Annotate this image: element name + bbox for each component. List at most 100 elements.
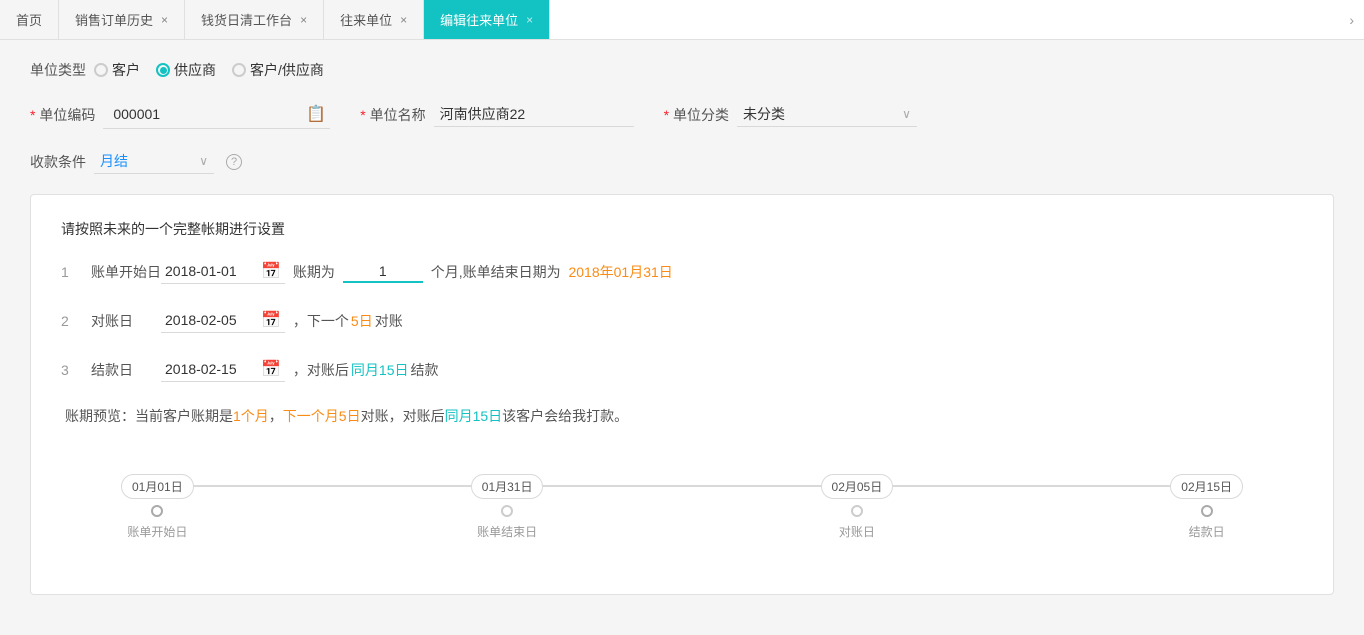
timeline-point-1: 01月31日 账单结束日 [471, 474, 544, 540]
unit-code-field: 单位编码 📋 [30, 100, 330, 129]
code-copy-icon[interactable]: 📋 [306, 104, 326, 124]
radio-both-label: 客户/供应商 [250, 60, 324, 80]
settings-card: 请按照未来的一个完整帐期进行设置 1 账单开始日 📅 账期为 个月,账单结束日期… [30, 194, 1334, 595]
radio-customer[interactable]: 客户 [94, 60, 140, 80]
unit-type-row: 单位类型 客户 供应商 客户/供应商 [30, 60, 1334, 80]
timeline-badge-0: 01月01日 [121, 474, 194, 499]
row-3-desc: ，对账后同月15日结款 [293, 360, 439, 380]
setting-row-1: 1 账单开始日 📅 账期为 个月,账单结束日期为 2018年01月31日 [61, 259, 1303, 284]
row-3-highlight: 同月15日 [351, 360, 409, 380]
tab-edit-counterparty-label: 编辑往来单位 [440, 10, 518, 29]
timeline-points: 01月01日 账单开始日 01月31日 账单结束日 02月05日 对账日 02月… [121, 474, 1243, 540]
row-1-desc: 账期为 个月,账单结束日期为 2018年01月31日 [293, 261, 673, 283]
row-2-desc-part1: ，下一个 [293, 311, 349, 331]
tab-cash-reconcile-label: 钱货日清工作台 [201, 10, 292, 29]
tab-cash-reconcile[interactable]: 钱货日清工作台 × [185, 0, 324, 39]
tab-sales-history-label: 销售订单历史 [75, 10, 153, 29]
tab-counterparty-close[interactable]: × [400, 13, 407, 27]
radio-supplier[interactable]: 供应商 [156, 60, 216, 80]
unit-name-input[interactable] [434, 102, 634, 127]
unit-category-value: 未分类 [743, 104, 896, 124]
row-3-num: 3 [61, 362, 91, 378]
tab-edit-counterparty-close[interactable]: × [526, 13, 533, 27]
row-1-date-wrap: 📅 [161, 259, 285, 284]
radio-both-circle [232, 63, 246, 77]
unit-category-field: 单位分类 未分类 ∨ [664, 102, 917, 127]
tab-edit-counterparty[interactable]: 编辑往来单位 × [424, 0, 550, 39]
tabs-bar: 首页 销售订单历史 × 钱货日清工作台 × 往来单位 × 编辑往来单位 × › [0, 0, 1364, 40]
unit-code-input[interactable] [107, 102, 300, 126]
radio-customer-label: 客户 [112, 60, 140, 80]
timeline-dot-0 [151, 505, 163, 517]
unit-code-label: 单位编码 [30, 105, 95, 125]
timeline-label-1: 账单结束日 [477, 523, 537, 540]
row-2-desc-part2: 对账 [375, 311, 403, 331]
radio-customer-circle [94, 63, 108, 77]
row-2-highlight: 5日 [351, 311, 373, 331]
row-2-date-wrap: 📅 [161, 308, 285, 333]
period-input[interactable] [343, 261, 423, 283]
timeline-badge-2: 02月05日 [821, 474, 894, 499]
unit-name-label: 单位名称 [360, 105, 425, 125]
payment-condition-row: 收款条件 月结 ∨ ? [30, 149, 1334, 174]
radio-supplier-label: 供应商 [174, 60, 216, 80]
row-1-desc-prefix: 账期为 [293, 262, 335, 282]
row-2-num: 2 [61, 313, 91, 329]
payment-condition-value: 月结 [100, 151, 193, 171]
tabs-arrow[interactable]: › [1339, 0, 1364, 39]
setting-row-2: 2 对账日 📅 ，下一个5日对账 [61, 308, 1303, 333]
row-1-cal-icon[interactable]: 📅 [261, 261, 281, 281]
section-title: 请按照未来的一个完整帐期进行设置 [61, 219, 1303, 239]
payment-dropdown-arrow-icon: ∨ [199, 154, 208, 168]
unit-type-label: 单位类型 [30, 60, 86, 80]
tab-sales-history-close[interactable]: × [161, 13, 168, 27]
radio-group: 客户 供应商 客户/供应商 [94, 60, 324, 80]
tab-home[interactable]: 首页 [0, 0, 59, 39]
tab-cash-reconcile-close[interactable]: × [300, 13, 307, 27]
preview-section: 账期预览：当前客户账期是1个月，下一个月5日对账，对账后同月15日该客户会给我打… [61, 406, 1303, 426]
row-3-cal-icon[interactable]: 📅 [261, 359, 281, 379]
timeline-label-2: 对账日 [839, 523, 875, 540]
row-1-date-input[interactable] [165, 263, 255, 279]
preview-sep2: 对账，对账后 [361, 408, 445, 424]
timeline-label-0: 账单开始日 [127, 523, 187, 540]
tab-counterparty[interactable]: 往来单位 × [324, 0, 424, 39]
payment-condition-label: 收款条件 [30, 152, 86, 172]
row-3-date-wrap: 📅 [161, 357, 285, 382]
row-3-date-input[interactable] [165, 361, 255, 377]
preview-part3: 同月15日 [445, 408, 503, 424]
timeline-point-0: 01月01日 账单开始日 [121, 474, 194, 540]
unit-name-field: 单位名称 [360, 102, 633, 127]
row-1-desc-suffix: 个月,账单结束日期为 [431, 262, 561, 282]
row-2-date-input[interactable] [165, 312, 255, 328]
payment-condition-field: 收款条件 月结 ∨ ? [30, 149, 242, 174]
tab-sales-history[interactable]: 销售订单历史 × [59, 0, 185, 39]
payment-condition-dropdown[interactable]: 月结 ∨ [94, 149, 214, 174]
radio-both[interactable]: 客户/供应商 [232, 60, 324, 80]
timeline-point-3: 02月15日 结款日 [1170, 474, 1243, 540]
category-dropdown-arrow-icon: ∨ [902, 107, 911, 121]
row-3-desc-part2: 结款 [411, 360, 439, 380]
row-2-type: 对账日 [91, 311, 161, 331]
timeline-dot-3 [1201, 505, 1213, 517]
chevron-right-icon: › [1349, 12, 1354, 28]
help-icon[interactable]: ? [226, 154, 242, 170]
timeline-badge-1: 01月31日 [471, 474, 544, 499]
timeline-container: 01月01日 账单开始日 01月31日 账单结束日 02月05日 对账日 02月… [61, 454, 1303, 570]
radio-supplier-circle [156, 63, 170, 77]
preview-part2: 下一个月5日 [283, 408, 361, 424]
row-2-desc: ，下一个5日对账 [293, 311, 403, 331]
unit-type-field: 单位类型 客户 供应商 客户/供应商 [30, 60, 324, 80]
row-3-desc-part1: ，对账后 [293, 360, 349, 380]
preview-part1: 1个月 [233, 408, 269, 424]
timeline-point-2: 02月05日 对账日 [821, 474, 894, 540]
tab-home-label: 首页 [16, 10, 42, 29]
unit-category-dropdown[interactable]: 未分类 ∨ [737, 102, 917, 127]
row-2-cal-icon[interactable]: 📅 [261, 310, 281, 330]
timeline-dot-1 [501, 505, 513, 517]
row-1-type: 账单开始日 [91, 262, 161, 282]
preview-suffix: 该客户会给我打款。 [502, 408, 628, 424]
preview-label: 账期预览：当前客户账期是 [65, 408, 233, 424]
timeline-badge-3: 02月15日 [1170, 474, 1243, 499]
page-content: 单位类型 客户 供应商 客户/供应商 单位编码 [0, 40, 1364, 635]
